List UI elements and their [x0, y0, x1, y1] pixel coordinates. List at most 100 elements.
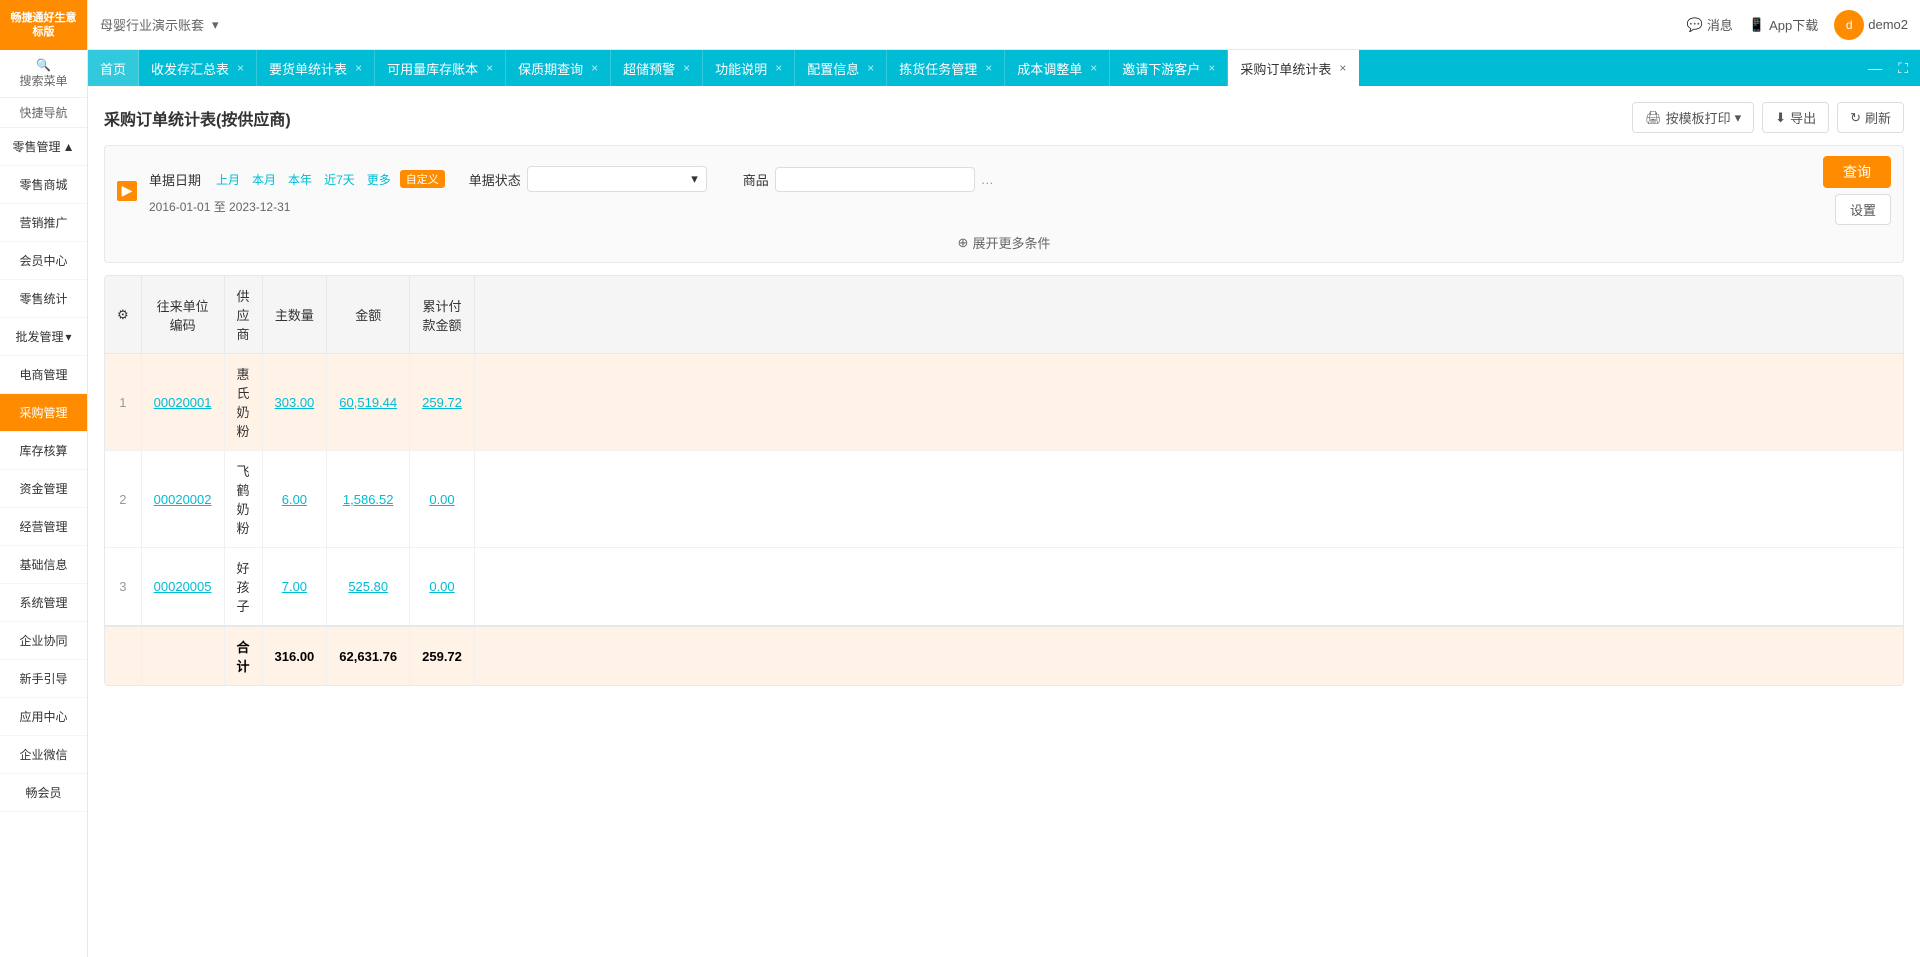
th-gear[interactable]: ⚙: [105, 276, 141, 354]
tab-home[interactable]: 首页: [88, 50, 139, 86]
td-main-qty[interactable]: 6.00: [262, 451, 327, 548]
date-shortcut-this-month[interactable]: 本月: [249, 170, 279, 189]
sidebar-item-label: 畅会员: [25, 786, 61, 800]
refresh-button[interactable]: ↻ 刷新: [1837, 102, 1904, 133]
tab-close-icon[interactable]: ×: [1090, 61, 1097, 75]
tab-expiry-query[interactable]: 保质期查询 ×: [506, 50, 611, 86]
btn-export-label: 导出: [1790, 108, 1816, 127]
sidebar-item-new-guide[interactable]: 新手引导: [0, 660, 87, 698]
sidebar-item-marketing[interactable]: 营销推广: [0, 204, 87, 242]
tabs-maximize-icon[interactable]: ⛶: [1894, 58, 1912, 79]
settings-button[interactable]: 设置: [1835, 194, 1891, 225]
tab-close-icon[interactable]: ×: [775, 61, 782, 75]
sidebar-item-label: 应用中心: [19, 710, 67, 724]
td-paid-amount[interactable]: 0.00: [410, 548, 475, 627]
td-footer-label: 合计: [224, 626, 262, 685]
goods-filter-label: 商品: [743, 170, 769, 189]
tab-close-icon[interactable]: ×: [355, 61, 362, 75]
sidebar-item-label: 零售统计: [19, 292, 67, 306]
sidebar-item-ecommerce-manage[interactable]: 电商管理: [0, 356, 87, 394]
avatar: d: [1834, 10, 1864, 40]
table-footer-row: 合计 316.00 62,631.76 259.72: [105, 626, 1903, 685]
tab-close-icon[interactable]: ×: [591, 61, 598, 75]
sidebar-item-purchase-manage[interactable]: 采购管理: [0, 394, 87, 432]
workspace-label[interactable]: 母婴行业演示账套: [100, 15, 204, 34]
tab-function-desc[interactable]: 功能说明 ×: [703, 50, 795, 86]
tab-close-icon[interactable]: ×: [486, 61, 493, 75]
td-supplier-code[interactable]: 00020001: [141, 354, 224, 451]
date-shortcut-more[interactable]: 更多: [364, 170, 394, 189]
tab-label: 成本调整单: [1017, 59, 1082, 78]
tab-goods-stat[interactable]: 要货单统计表 ×: [257, 50, 375, 86]
date-shortcut-last-month[interactable]: 上月: [213, 170, 243, 189]
tabs-minimize-icon[interactable]: —: [1864, 58, 1886, 78]
sidebar-item-label: 新手引导: [19, 672, 67, 686]
tab-cost-adjust[interactable]: 成本调整单 ×: [1005, 50, 1110, 86]
quick-nav-label: 快捷导航: [4, 104, 83, 121]
sidebar-item-member-card[interactable]: 畅会员: [0, 774, 87, 812]
tab-label: 收发存汇总表: [151, 59, 229, 78]
workspace-dropdown-icon[interactable]: ▾: [212, 17, 219, 33]
sidebar-item-label: 会员中心: [19, 254, 67, 268]
td-paid-amount[interactable]: 0.00: [410, 451, 475, 548]
date-shortcut-7days[interactable]: 近7天: [321, 170, 358, 189]
tab-pick-task[interactable]: 拣货任务管理 ×: [887, 50, 1005, 86]
sidebar-item-label: 经营管理: [19, 520, 67, 534]
td-main-qty[interactable]: 303.00: [262, 354, 327, 451]
sidebar-item-retail-shop[interactable]: 零售商城: [0, 166, 87, 204]
tab-invite-downstream[interactable]: 邀请下游客户 ×: [1110, 50, 1228, 86]
sidebar-item-inventory-check[interactable]: 库存核算: [0, 432, 87, 470]
tab-close-icon[interactable]: ×: [237, 61, 244, 75]
sidebar-item-basic-info[interactable]: 基础信息: [0, 546, 87, 584]
td-paid-amount[interactable]: 259.72: [410, 354, 475, 451]
template-print-button[interactable]: 🖨 按模板打印 ▾: [1632, 102, 1754, 133]
td-amount[interactable]: 60,519.44: [327, 354, 410, 451]
status-filter-label: 单据状态: [469, 170, 521, 189]
sidebar-item-wholesale-manage[interactable]: 批发管理 ▾: [0, 318, 87, 356]
td-supplier-name: 好孩子: [224, 548, 262, 627]
sidebar-search[interactable]: 🔍 搜索菜单: [0, 50, 87, 98]
sidebar-item-ops-manage[interactable]: 经营管理: [0, 508, 87, 546]
td-main-qty[interactable]: 7.00: [262, 548, 327, 627]
tab-close-icon[interactable]: ×: [1339, 61, 1346, 75]
message-btn[interactable]: 💬 消息: [1687, 15, 1733, 34]
sidebar-item-finance-manage[interactable]: 资金管理: [0, 470, 87, 508]
expand-more-btn[interactable]: ⊕ 展开更多条件: [117, 233, 1891, 252]
tab-purchase-order-stat[interactable]: 采购订单统计表 ×: [1228, 50, 1359, 86]
tab-label: 采购订单统计表: [1240, 59, 1331, 78]
app-download-btn[interactable]: 📱 App下载: [1749, 15, 1818, 34]
tab-close-icon[interactable]: ×: [1208, 61, 1215, 75]
tab-config-info[interactable]: 配置信息 ×: [795, 50, 887, 86]
tab-overstock-alert[interactable]: 超储预警 ×: [611, 50, 703, 86]
export-button[interactable]: ⬇ 导出: [1762, 102, 1829, 133]
data-table: ⚙ 往来单位编码 供应商 主数量 金额 累计付款金额 1: [105, 276, 1903, 685]
tab-recv-send-summary[interactable]: 收发存汇总表 ×: [139, 50, 257, 86]
sidebar-item-enterprise-collab[interactable]: 企业协同: [0, 622, 87, 660]
user-profile-btn[interactable]: d demo2: [1834, 10, 1908, 40]
tab-close-icon[interactable]: ×: [867, 61, 874, 75]
td-supplier-code[interactable]: 00020005: [141, 548, 224, 627]
td-amount[interactable]: 525.80: [327, 548, 410, 627]
date-custom-tag[interactable]: 自定义: [400, 170, 445, 188]
refresh-icon: ↻: [1850, 110, 1861, 126]
sidebar-item-system-manage[interactable]: 系统管理: [0, 584, 87, 622]
goods-input[interactable]: [775, 167, 975, 192]
tab-close-icon[interactable]: ×: [985, 61, 992, 75]
td-supplier-code[interactable]: 00020002: [141, 451, 224, 548]
sidebar-item-retail-stat[interactable]: 零售统计: [0, 280, 87, 318]
sidebar-quick-nav[interactable]: 快捷导航: [0, 98, 87, 128]
tab-close-icon[interactable]: ×: [683, 61, 690, 75]
tab-label: 拣货任务管理: [899, 59, 977, 78]
date-shortcut-this-year[interactable]: 本年: [285, 170, 315, 189]
sidebar-item-app-center[interactable]: 应用中心: [0, 698, 87, 736]
status-select[interactable]: ▾: [527, 166, 707, 192]
query-button[interactable]: 查询: [1823, 156, 1891, 188]
td-amount[interactable]: 1,586.52: [327, 451, 410, 548]
filter-expand-button[interactable]: ▶: [117, 181, 137, 201]
sidebar-item-retail-manage[interactable]: 零售管理 ▲: [0, 128, 87, 166]
tab-inventory-account[interactable]: 可用量库存账本 ×: [375, 50, 506, 86]
filter-top-row: ▶ 单据日期 上月 本月 本年 近7天 更多 自定义: [117, 156, 1891, 225]
sidebar-item-enterprise-wechat[interactable]: 企业微信: [0, 736, 87, 774]
sidebar-item-member-center[interactable]: 会员中心: [0, 242, 87, 280]
goods-more-icon[interactable]: …: [981, 172, 994, 187]
